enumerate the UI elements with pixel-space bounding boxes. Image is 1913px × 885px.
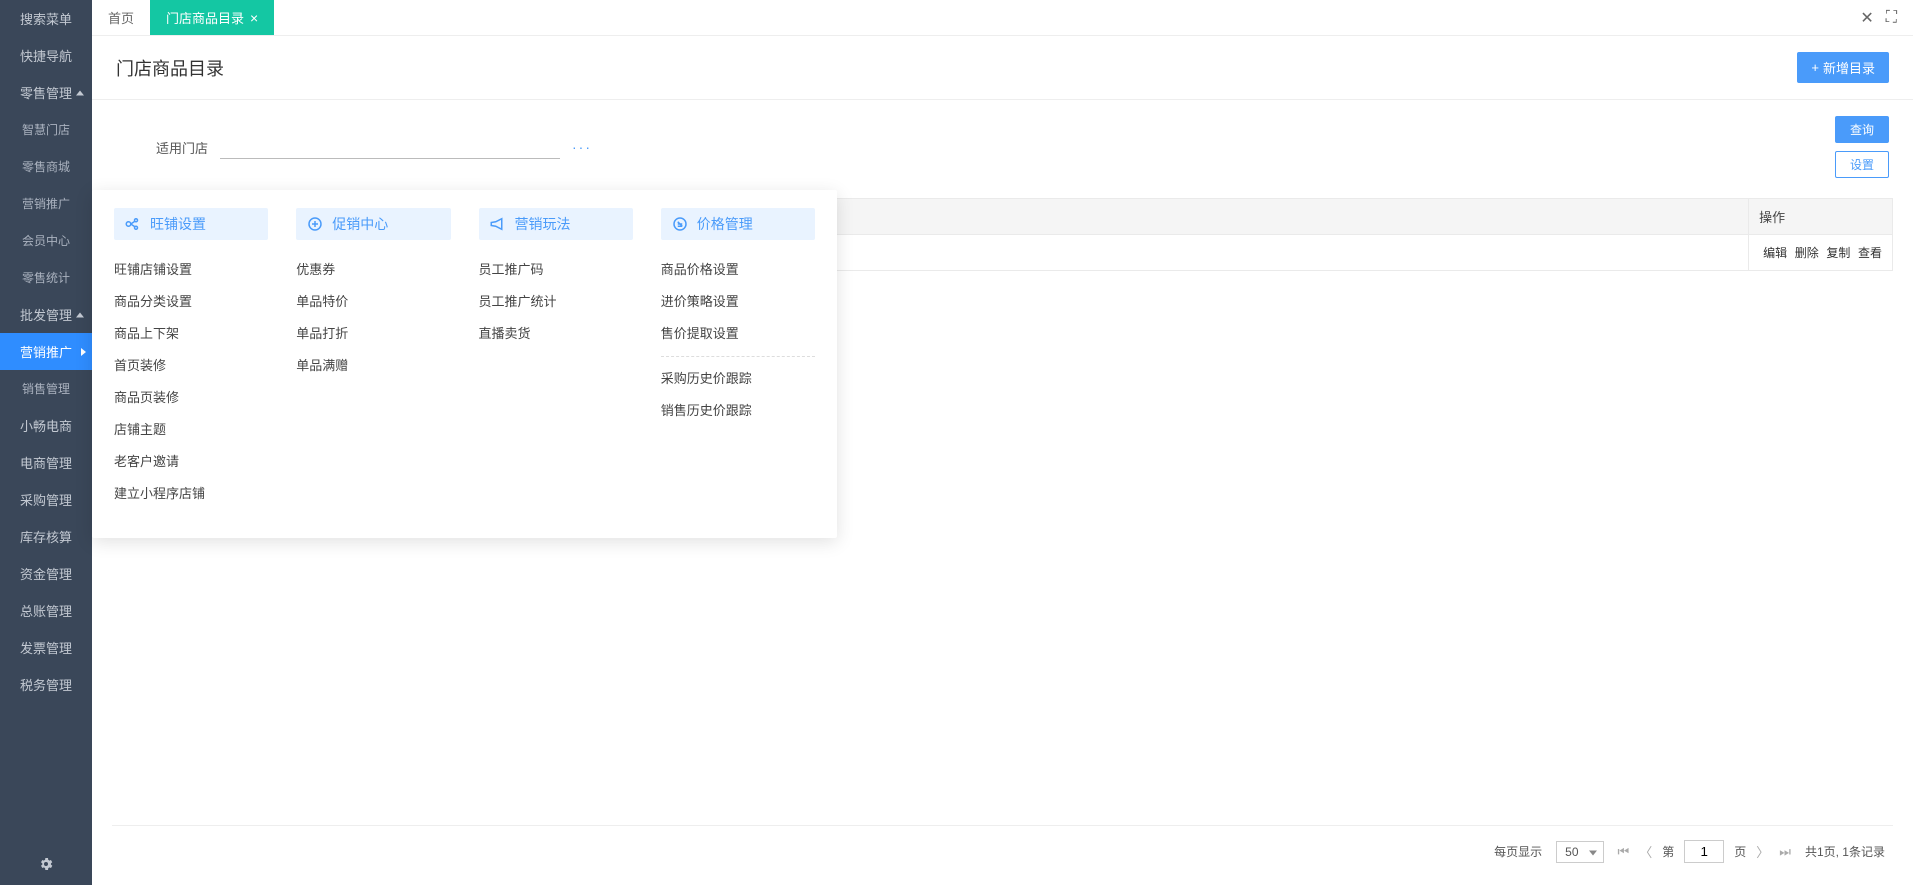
page-last-icon[interactable]: ⏭ [1779, 844, 1791, 860]
action-view[interactable]: 查看 [1858, 246, 1882, 260]
tab-store-catalog[interactable]: 门店商品目录 × [150, 0, 274, 35]
flyout-divider [661, 356, 815, 357]
flyout-item[interactable]: 旺铺店铺设置 [114, 254, 268, 286]
settings-button[interactable]: 设置 [1835, 151, 1889, 178]
sidebar-item-tax[interactable]: 税务管理 [0, 666, 92, 703]
flyout-item[interactable]: 优惠券 [296, 254, 450, 286]
sidebar-item-fund[interactable]: 资金管理 [0, 555, 92, 592]
flyout-col-shop: 旺铺设置 旺铺店铺设置 商品分类设置 商品上下架 首页装修 商品页装修 店铺主题… [114, 208, 268, 510]
flyout-head-shop: 旺铺设置 [114, 208, 268, 240]
flyout-item[interactable]: 建立小程序店铺 [114, 478, 268, 510]
sidebar-item-retail[interactable]: 零售管理 [0, 74, 92, 111]
megaphone-icon [489, 215, 507, 233]
close-all-icon[interactable]: ✕ [1860, 8, 1873, 28]
flyout-item[interactable]: 商品页装修 [114, 382, 268, 414]
page-prev-icon[interactable]: 〈 [1639, 842, 1652, 861]
sidebar-item-quicknav[interactable]: 快捷导航 [0, 37, 92, 74]
query-button[interactable]: 查询 [1835, 116, 1889, 143]
sidebar-item-member[interactable]: 会员中心 [0, 222, 92, 259]
store-input[interactable] [220, 135, 560, 159]
sidebar-item-marketing1[interactable]: 营销推广 [0, 185, 92, 222]
sidebar-item-smartstore[interactable]: 智慧门店 [0, 111, 92, 148]
sidebar-item-wholesale[interactable]: 批发管理 [0, 296, 92, 333]
tab-home[interactable]: 首页 [92, 0, 150, 35]
flyout-item[interactable]: 员工推广码 [479, 254, 633, 286]
page-summary: 共1页, 1条记录 [1805, 843, 1885, 860]
flyout-item[interactable]: 单品特价 [296, 286, 450, 318]
shop-icon [124, 215, 142, 233]
action-delete[interactable]: 删除 [1795, 246, 1819, 260]
close-icon[interactable]: × [250, 10, 258, 26]
flyout-item[interactable]: 商品上下架 [114, 318, 268, 350]
flyout-item[interactable]: 销售历史价跟踪 [661, 395, 815, 427]
page-prefix: 第 [1662, 843, 1674, 860]
page-next-icon[interactable]: 〉 [1756, 842, 1769, 861]
action-edit[interactable]: 编辑 [1763, 246, 1787, 260]
flyout-item[interactable]: 直播卖货 [479, 318, 633, 350]
flyout-head-price: 价格管理 [661, 208, 815, 240]
marketing-flyout: 旺铺设置 旺铺店铺设置 商品分类设置 商品上下架 首页装修 商品页装修 店铺主题… [92, 190, 837, 538]
price-icon [671, 215, 689, 233]
sidebar-item-retailstats[interactable]: 零售统计 [0, 259, 92, 296]
page-nav: ⏮ 〈 第 页 〉 ⏭ [1618, 840, 1791, 863]
flyout-item[interactable]: 售价提取设置 [661, 318, 815, 350]
sidebar-item-ecommerce[interactable]: 电商管理 [0, 444, 92, 481]
flyout-col-price: 价格管理 商品价格设置 进价策略设置 售价提取设置 采购历史价跟踪 销售历史价跟… [661, 208, 815, 510]
main-area: 首页 门店商品目录 × ✕ ⛶ 门店商品目录 + 新增目录 适用门店 ··· [92, 0, 1913, 885]
sidebar-settings[interactable] [0, 845, 92, 885]
filter-row: 适用门店 ··· 查询 设置 [92, 100, 1913, 190]
sidebar-item-inventory[interactable]: 库存核算 [0, 518, 92, 555]
flyout-head-play: 营销玩法 [479, 208, 633, 240]
tabs-right: ✕ ⛶ [1860, 0, 1913, 35]
col-operation: 操作 [1749, 199, 1893, 235]
plus-icon: + [1811, 60, 1819, 75]
flyout-item[interactable]: 单品打折 [296, 318, 450, 350]
page-suffix: 页 [1734, 843, 1746, 860]
sidebar-item-marketing2[interactable]: 营销推广 [0, 333, 92, 370]
flyout-col-play: 营销玩法 员工推广码 员工推广统计 直播卖货 [479, 208, 633, 510]
sidebar-item-search[interactable]: 搜索菜单 [0, 0, 92, 37]
tabs-bar: 首页 门店商品目录 × ✕ ⛶ [92, 0, 1913, 36]
per-page-select[interactable]: 50 [1556, 841, 1603, 863]
sidebar: 搜索菜单 快捷导航 零售管理 智慧门店 零售商城 营销推广 会员中心 零售统计 … [0, 0, 92, 885]
pagination: 每页显示 50 ⏮ 〈 第 页 〉 ⏭ 共1页, 1条记录 [112, 825, 1893, 877]
flyout-item[interactable]: 进价策略设置 [661, 286, 815, 318]
sidebar-item-ledger[interactable]: 总账管理 [0, 592, 92, 629]
flyout-item[interactable]: 员工推广统计 [479, 286, 633, 318]
sidebar-item-sales[interactable]: 销售管理 [0, 370, 92, 407]
page-header: 门店商品目录 + 新增目录 [92, 36, 1913, 100]
page-input[interactable] [1684, 840, 1724, 863]
filter-more-icon[interactable]: ··· [572, 139, 592, 155]
sidebar-item-purchase[interactable]: 采购管理 [0, 481, 92, 518]
sidebar-item-invoice[interactable]: 发票管理 [0, 629, 92, 666]
flyout-item[interactable]: 首页装修 [114, 350, 268, 382]
flyout-head-promo: 促销中心 [296, 208, 450, 240]
promo-icon [306, 215, 324, 233]
per-page-label: 每页显示 [1494, 843, 1542, 860]
flyout-item[interactable]: 老客户邀请 [114, 446, 268, 478]
sidebar-item-retailmall[interactable]: 零售商城 [0, 148, 92, 185]
flyout-item[interactable]: 商品分类设置 [114, 286, 268, 318]
sidebar-item-xiaochang[interactable]: 小畅电商 [0, 407, 92, 444]
page-first-icon[interactable]: ⏮ [1618, 844, 1630, 860]
gear-icon [38, 856, 54, 875]
flyout-item[interactable]: 商品价格设置 [661, 254, 815, 286]
cell-actions: 编辑 删除 复制 查看 [1749, 235, 1893, 271]
action-copy[interactable]: 复制 [1826, 246, 1850, 260]
filter-label-store: 适用门店 [156, 138, 208, 157]
flyout-item[interactable]: 店铺主题 [114, 414, 268, 446]
flyout-item[interactable]: 采购历史价跟踪 [661, 363, 815, 395]
add-catalog-button[interactable]: + 新增目录 [1797, 52, 1889, 83]
fullscreen-icon[interactable]: ⛶ [1886, 9, 1897, 27]
page-title: 门店商品目录 [116, 55, 224, 81]
flyout-col-promo: 促销中心 优惠券 单品特价 单品打折 单品满赠 [296, 208, 450, 510]
flyout-item[interactable]: 单品满赠 [296, 350, 450, 382]
